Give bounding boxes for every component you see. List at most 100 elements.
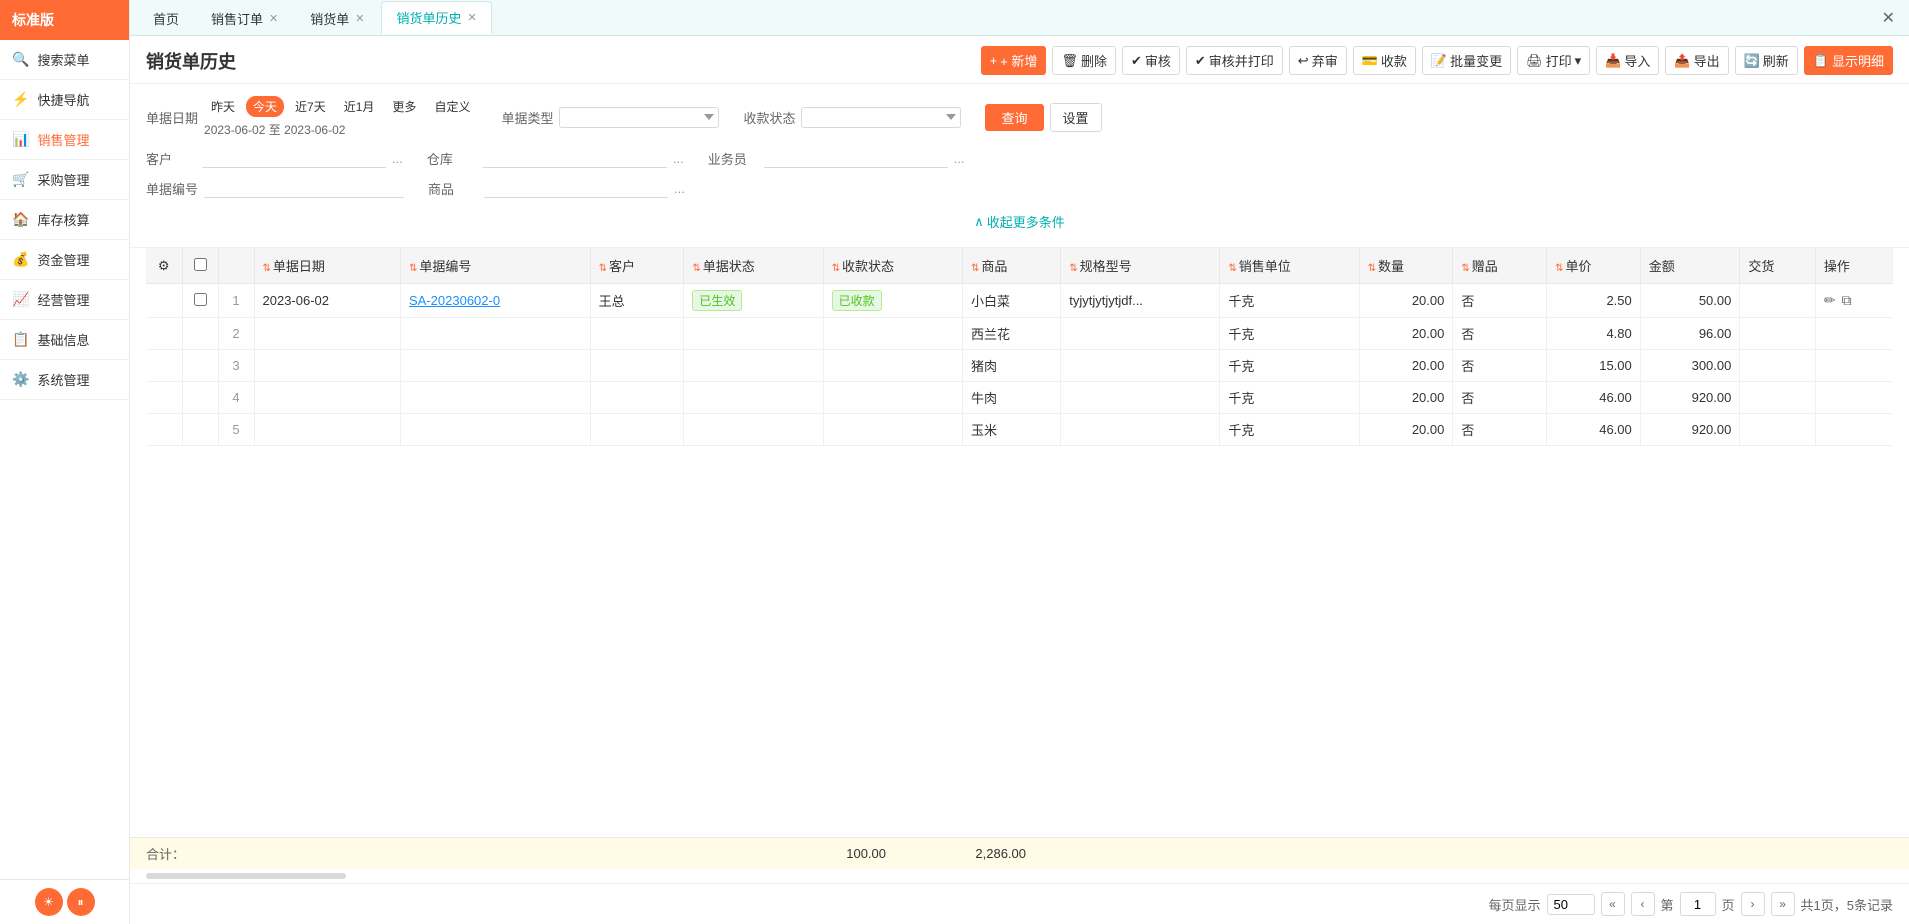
sidebar-item-label: 经营管理 [37,290,89,309]
export-button[interactable]: 📤 导出 [1665,46,1728,75]
sidebar-item-finance[interactable]: 💰 资金管理 [0,240,129,280]
tab-sales-goods-close[interactable]: ✕ [355,12,364,25]
salesperson-input[interactable] [764,148,948,168]
th-doc-status[interactable]: ⇅单据状态 [684,248,823,284]
payment-status-label: 收款状态 [743,108,795,127]
th-settings[interactable]: ⚙ [146,248,182,284]
th-price[interactable]: ⇅单价 [1547,248,1641,284]
abandon-button[interactable]: ↩ 弃审 [1289,46,1347,75]
row-action: ✏⧉ [1815,284,1893,318]
audit-icon: ✔ [1131,53,1142,69]
last-page-button[interactable]: » [1771,892,1795,916]
table-body: 12023-06-02SA-20230602-0王总已生效已收款小白菜tyjyt… [146,284,1893,446]
purchase-icon: 🛒 [12,171,29,188]
search-icon: 🔍 [12,51,29,68]
salesperson-ellipsis[interactable]: ... [954,151,965,166]
warehouse-input[interactable] [483,148,667,168]
row-doc-status [684,382,823,414]
date-pill-yesterday[interactable]: 昨天 [204,96,242,117]
refresh-button[interactable]: 🔄 刷新 [1735,46,1798,75]
doc-no-link[interactable]: SA-20230602-0 [409,293,500,308]
row-customer [590,318,684,350]
sidebar-item-search[interactable]: 🔍 搜索菜单 [0,40,129,80]
horizontal-scrollbar[interactable] [146,873,346,879]
collect-button[interactable]: 💳 收款 [1353,46,1416,75]
row-doc-no [401,382,591,414]
settings-button[interactable]: 设置 [1050,103,1102,132]
edit-icon[interactable]: ✏ [1824,292,1836,309]
sidebar-pause-button[interactable]: ⏸ [67,888,95,916]
export-icon: 📤 [1674,53,1690,69]
query-button[interactable]: 查询 [985,104,1043,131]
th-checkbox[interactable] [182,248,218,284]
sidebar-sun-button[interactable]: ☀ [35,888,63,916]
sidebar-item-system[interactable]: ⚙️ 系统管理 [0,360,129,400]
tab-sales-history-close[interactable]: ✕ [468,11,477,24]
row-goods: 玉米 [962,414,1060,446]
tab-sales-order[interactable]: 销售订单 ✕ [196,2,293,34]
row-customer [590,414,684,446]
sidebar-item-label: 系统管理 [37,370,89,389]
sidebar-item-inventory[interactable]: 🏠 库存核算 [0,200,129,240]
th-qty[interactable]: ⇅数量 [1359,248,1453,284]
goods-input[interactable] [484,178,668,198]
new-button[interactable]: + + 新增 [981,46,1047,75]
date-pill-custom[interactable]: 自定义 [427,96,477,117]
audit-print-button[interactable]: ✔ 审核并打印 [1186,46,1283,75]
date-pill-7days[interactable]: 近7天 [288,96,333,117]
batch-change-button[interactable]: 📝 批量变更 [1422,46,1511,75]
th-date[interactable]: ⇅单据日期 [254,248,401,284]
first-page-button[interactable]: « [1601,892,1625,916]
date-pill-more[interactable]: 更多 [385,96,423,117]
delete-button[interactable]: 🗑 删除 [1052,46,1116,75]
select-all-checkbox[interactable] [194,258,207,271]
copy-icon[interactable]: ⧉ [1842,292,1852,309]
th-goods[interactable]: ⇅商品 [962,248,1060,284]
close-all-tabs-button[interactable]: ✕ [1876,6,1901,30]
sidebar-item-sales[interactable]: 📊 销售管理 [0,120,129,160]
sidebar-item-basic-info[interactable]: 📋 基础信息 [0,320,129,360]
next-page-button[interactable]: › [1741,892,1765,916]
print-button[interactable]: 🖨 打印 ▾ [1517,46,1590,75]
import-button[interactable]: 📥 导入 [1596,46,1659,75]
row-num: 4 [218,382,254,414]
audit-button[interactable]: ✔ 审核 [1122,46,1180,75]
doc-no-input[interactable] [204,178,404,198]
row-spec: tyjytjytjytjdf... [1061,284,1220,318]
row-qty: 20.00 [1359,414,1453,446]
th-gift[interactable]: ⇅赠品 [1453,248,1547,284]
sidebar-item-operation[interactable]: 📈 经营管理 [0,280,129,320]
show-detail-button[interactable]: 📋 显示明细 [1804,46,1893,75]
row-num: 2 [218,318,254,350]
doc-type-select[interactable] [559,107,719,128]
tab-home[interactable]: 首页 [138,2,194,34]
prev-page-button[interactable]: ‹ [1631,892,1655,916]
warehouse-ellipsis[interactable]: ... [673,151,684,166]
sidebar-item-purchase[interactable]: 🛒 采购管理 [0,160,129,200]
th-unit[interactable]: ⇅销售单位 [1220,248,1359,284]
row-goods: 牛肉 [962,382,1060,414]
collapse-more-button[interactable]: ∧ 收起更多条件 [146,208,1893,235]
customer-ellipsis[interactable]: ... [392,151,403,166]
th-customer[interactable]: ⇅客户 [590,248,684,284]
goods-ellipsis[interactable]: ... [674,181,685,196]
th-spec[interactable]: ⇅规格型号 [1061,248,1220,284]
date-pill-today[interactable]: 今天 [246,96,284,117]
date-pill-1month[interactable]: 近1月 [337,96,382,117]
finance-icon: 💰 [12,251,29,268]
tab-sales-order-close[interactable]: ✕ [269,12,278,25]
sidebar-item-quick-nav[interactable]: ⚡ 快捷导航 [0,80,129,120]
th-payment-status[interactable]: ⇅收款状态 [823,248,962,284]
payment-status-select[interactable] [801,107,961,128]
row-checkbox[interactable] [194,293,207,306]
tab-sales-history[interactable]: 销货单历史 ✕ [381,1,491,34]
page-size-select[interactable]: 10 20 50 100 [1547,894,1595,915]
page-input[interactable] [1680,892,1716,916]
row-num: 5 [218,414,254,446]
row-spec [1061,414,1220,446]
doc-status-sort-icon: ⇅ [692,263,700,274]
customer-input[interactable] [202,148,386,168]
th-doc-no[interactable]: ⇅单据编号 [401,248,591,284]
tab-sales-goods[interactable]: 销货单 ✕ [295,2,379,34]
row-customer [590,382,684,414]
